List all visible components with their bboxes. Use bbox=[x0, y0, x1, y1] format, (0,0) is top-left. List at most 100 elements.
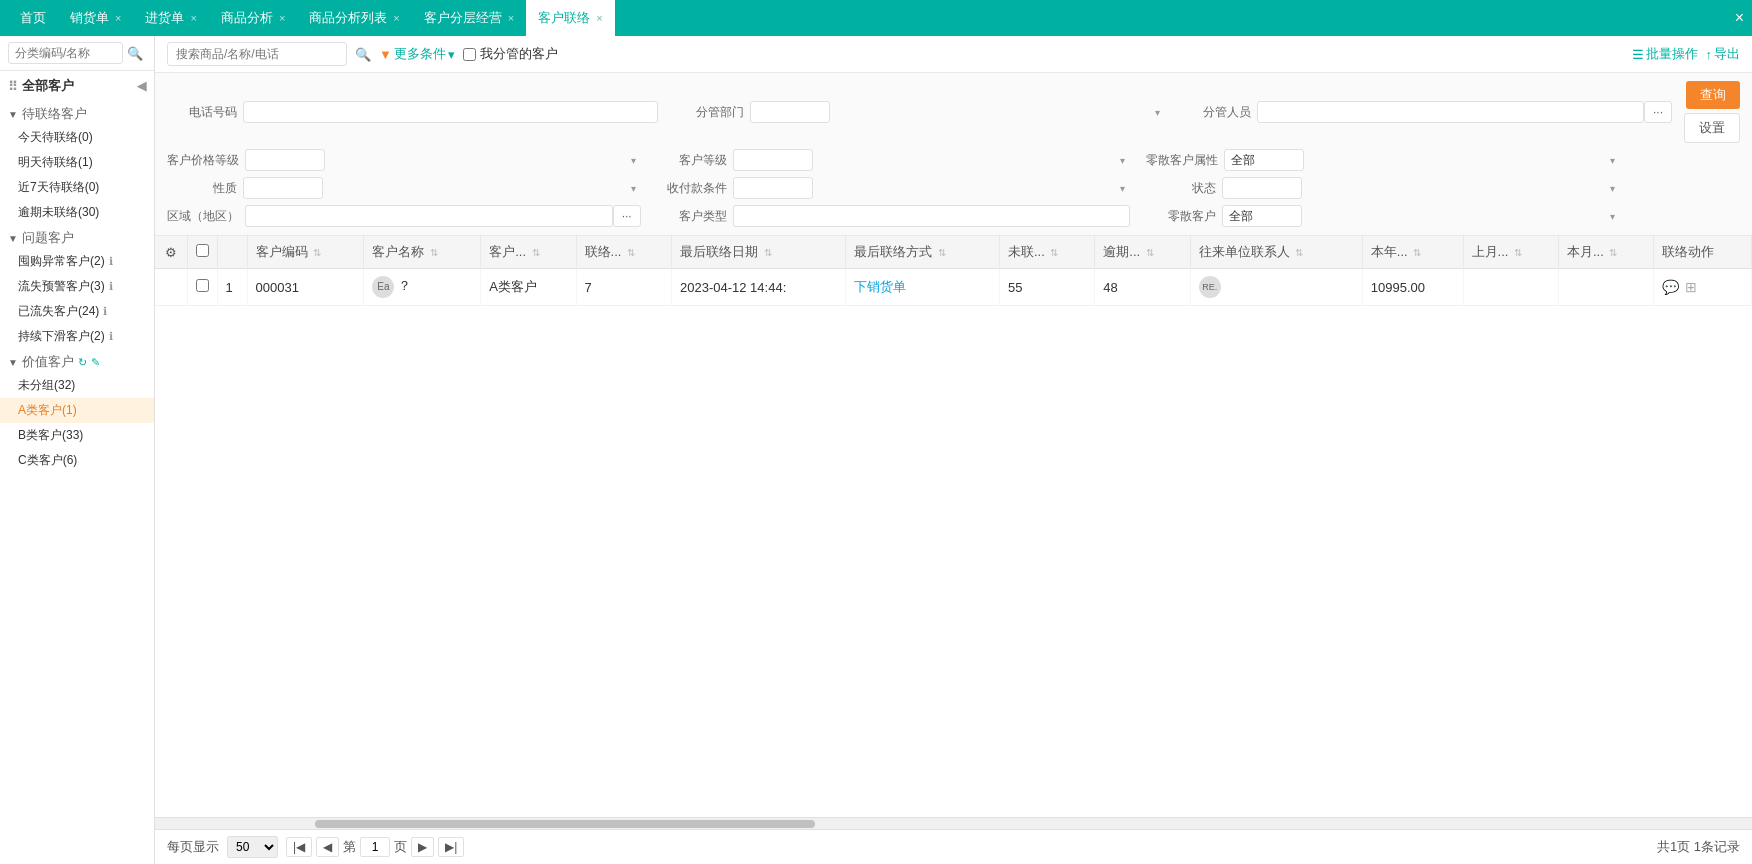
manager-dots-btn[interactable]: ··· bbox=[1644, 101, 1672, 123]
sidebar-item-c-class[interactable]: C类客户(6) bbox=[0, 448, 154, 473]
close-icon[interactable]: × bbox=[190, 12, 196, 24]
nav-tab-customer-contact[interactable]: 客户联络 × bbox=[526, 0, 614, 36]
payment-select[interactable] bbox=[733, 177, 813, 199]
page-input[interactable] bbox=[360, 837, 390, 857]
dept-select[interactable] bbox=[750, 101, 830, 123]
cust-type-input[interactable] bbox=[733, 205, 1131, 227]
query-btn[interactable]: 查询 bbox=[1686, 81, 1740, 109]
chat-icon[interactable]: 💬 bbox=[1662, 279, 1679, 295]
manager-input[interactable] bbox=[1257, 101, 1644, 123]
th-name[interactable]: 客户名称 ⇅ bbox=[364, 236, 481, 269]
per-page-select[interactable]: 50 100 200 bbox=[227, 836, 278, 858]
table-header-row: ⚙ 客户编码 ⇅ 客户名称 ⇅ 客户... ⇅ 联络... ⇅ 最后联络日期 ⇅… bbox=[155, 236, 1752, 269]
row-checkbox[interactable] bbox=[196, 279, 209, 292]
th-code[interactable]: 客户编码 ⇅ bbox=[247, 236, 364, 269]
edit-icon[interactable]: ✎ bbox=[91, 356, 100, 369]
sidebar-item-declining[interactable]: 持续下滑客户(2) ℹ bbox=[0, 324, 154, 349]
nav-tab-analysis-list[interactable]: 商品分析列表 × bbox=[297, 0, 411, 36]
first-page-btn[interactable]: |◀ bbox=[286, 837, 312, 857]
th-this-year[interactable]: 本年... ⇅ bbox=[1362, 236, 1463, 269]
setting-btn[interactable]: 设置 bbox=[1684, 113, 1740, 143]
my-customers-checkbox[interactable] bbox=[463, 48, 476, 61]
close-icon[interactable]: × bbox=[393, 12, 399, 24]
td-action: 💬 ⊞ bbox=[1654, 269, 1752, 306]
region-dots-btn[interactable]: ··· bbox=[613, 205, 641, 227]
main-search-input[interactable] bbox=[167, 42, 347, 66]
last-page-btn[interactable]: ▶| bbox=[438, 837, 464, 857]
export-btn[interactable]: ↑ 导出 bbox=[1706, 45, 1741, 63]
sort-icon: ⇅ bbox=[1146, 247, 1154, 258]
nature-select[interactable] bbox=[243, 177, 323, 199]
refresh-icon[interactable]: ↻ bbox=[78, 356, 87, 369]
sidebar-item-b-class[interactable]: B类客户(33) bbox=[0, 423, 154, 448]
sidebar-group-value[interactable]: ▼ 价值客户 ↻ ✎ bbox=[0, 349, 154, 373]
nav-home[interactable]: 首页 bbox=[8, 0, 58, 36]
sparse-cust-select[interactable]: 全部 bbox=[1222, 205, 1302, 227]
nav-tab-sales[interactable]: 销货单 × bbox=[58, 0, 133, 36]
region-input[interactable] bbox=[245, 205, 613, 227]
sidebar-item-hoard[interactable]: 囤购异常客户(2) ℹ bbox=[0, 249, 154, 274]
th-this-month[interactable]: 本月... ⇅ bbox=[1558, 236, 1653, 269]
my-customers-filter[interactable]: 我分管的客户 bbox=[463, 45, 558, 63]
sidebar-item-churned[interactable]: 已流失客户(24) ℹ bbox=[0, 299, 154, 324]
nav-tab-analysis[interactable]: 商品分析 × bbox=[209, 0, 297, 36]
customer-table: ⚙ 客户编码 ⇅ 客户名称 ⇅ 客户... ⇅ 联络... ⇅ 最后联络日期 ⇅… bbox=[155, 236, 1752, 306]
sort-icon: ⇅ bbox=[1295, 247, 1303, 258]
close-icon[interactable]: × bbox=[279, 12, 285, 24]
sparse-attr-select[interactable]: 全部 bbox=[1224, 149, 1304, 171]
last-method-link[interactable]: 下销货单 bbox=[854, 279, 906, 294]
batch-op-btn[interactable]: ☰ 批量操作 bbox=[1632, 45, 1698, 63]
select-all-checkbox[interactable] bbox=[196, 244, 209, 257]
sidebar-item-churn-warn[interactable]: 流失预警客户(3) ℹ bbox=[0, 274, 154, 299]
next-page-btn[interactable]: ▶ bbox=[411, 837, 434, 857]
cust-level-select[interactable] bbox=[733, 149, 813, 171]
nav-tab-customer-segment[interactable]: 客户分层经营 × bbox=[412, 0, 526, 36]
sidebar-all-customers[interactable]: ⠿ 全部客户 ◀ bbox=[0, 71, 154, 101]
top-navigation: 首页 销货单 × 进货单 × 商品分析 × 商品分析列表 × 客户分层经营 × … bbox=[0, 0, 1752, 36]
sidebar-item-a-class[interactable]: A类客户(1) bbox=[0, 398, 154, 423]
th-last-month[interactable]: 上月... ⇅ bbox=[1463, 236, 1558, 269]
page-navigation: |◀ ◀ 第 页 ▶ ▶| bbox=[286, 837, 464, 857]
collapse-icon[interactable]: ◀ bbox=[137, 79, 146, 93]
th-last-date[interactable]: 最后联络日期 ⇅ bbox=[672, 236, 846, 269]
sidebar-item-tomorrow[interactable]: 明天待联络(1) bbox=[0, 150, 154, 175]
th-unit-contact[interactable]: 往来单位联系人 ⇅ bbox=[1190, 236, 1362, 269]
sidebar-item-ungrouped[interactable]: 未分组(32) bbox=[0, 373, 154, 398]
sidebar-search-icon[interactable]: 🔍 bbox=[127, 46, 143, 61]
th-gear[interactable]: ⚙ bbox=[155, 236, 187, 269]
td-check[interactable] bbox=[187, 269, 217, 306]
phone-input[interactable] bbox=[243, 101, 658, 123]
th-no-contact[interactable]: 未联... ⇅ bbox=[999, 236, 1094, 269]
th-overdue[interactable]: 逾期... ⇅ bbox=[1095, 236, 1190, 269]
sidebar-group-pending[interactable]: ▼ 待联络客户 bbox=[0, 101, 154, 125]
horizontal-scrollbar[interactable] bbox=[155, 817, 1752, 829]
filter-dept: 分管部门 bbox=[674, 101, 1165, 123]
nav-tab-purchase[interactable]: 进货单 × bbox=[133, 0, 208, 36]
price-level-select[interactable] bbox=[245, 149, 325, 171]
th-level[interactable]: 客户... ⇅ bbox=[481, 236, 576, 269]
th-check[interactable] bbox=[187, 236, 217, 269]
td-last-method[interactable]: 下销货单 bbox=[846, 269, 1000, 306]
info-icon: ℹ bbox=[109, 330, 113, 343]
sidebar-search-input[interactable] bbox=[8, 42, 123, 64]
grid-icon[interactable]: ⊞ bbox=[1685, 279, 1697, 295]
more-filters-btn[interactable]: ▼ 更多条件 ▾ bbox=[379, 45, 455, 63]
sidebar-item-overdue[interactable]: 逾期未联络(30) bbox=[0, 200, 154, 225]
close-icon[interactable]: × bbox=[508, 12, 514, 24]
sidebar-item-week[interactable]: 近7天待联络(0) bbox=[0, 175, 154, 200]
sidebar-group-problem[interactable]: ▼ 问题客户 bbox=[0, 225, 154, 249]
sidebar-item-today[interactable]: 今天待联络(0) bbox=[0, 125, 154, 150]
th-index bbox=[217, 236, 247, 269]
info-icon: ℹ bbox=[103, 305, 107, 318]
th-last-method[interactable]: 最后联络方式 ⇅ bbox=[846, 236, 1000, 269]
close-icon[interactable]: × bbox=[596, 12, 602, 24]
prev-page-btn[interactable]: ◀ bbox=[316, 837, 339, 857]
th-contact[interactable]: 联络... ⇅ bbox=[576, 236, 671, 269]
close-icon[interactable]: × bbox=[115, 12, 121, 24]
sort-icon: ⇅ bbox=[313, 247, 321, 258]
status-select[interactable] bbox=[1222, 177, 1302, 199]
main-search-icon[interactable]: 🔍 bbox=[355, 47, 371, 62]
close-all-tabs[interactable]: × bbox=[1735, 9, 1744, 27]
scrollbar-thumb[interactable] bbox=[315, 820, 815, 828]
sort-icon: ⇅ bbox=[430, 247, 438, 258]
